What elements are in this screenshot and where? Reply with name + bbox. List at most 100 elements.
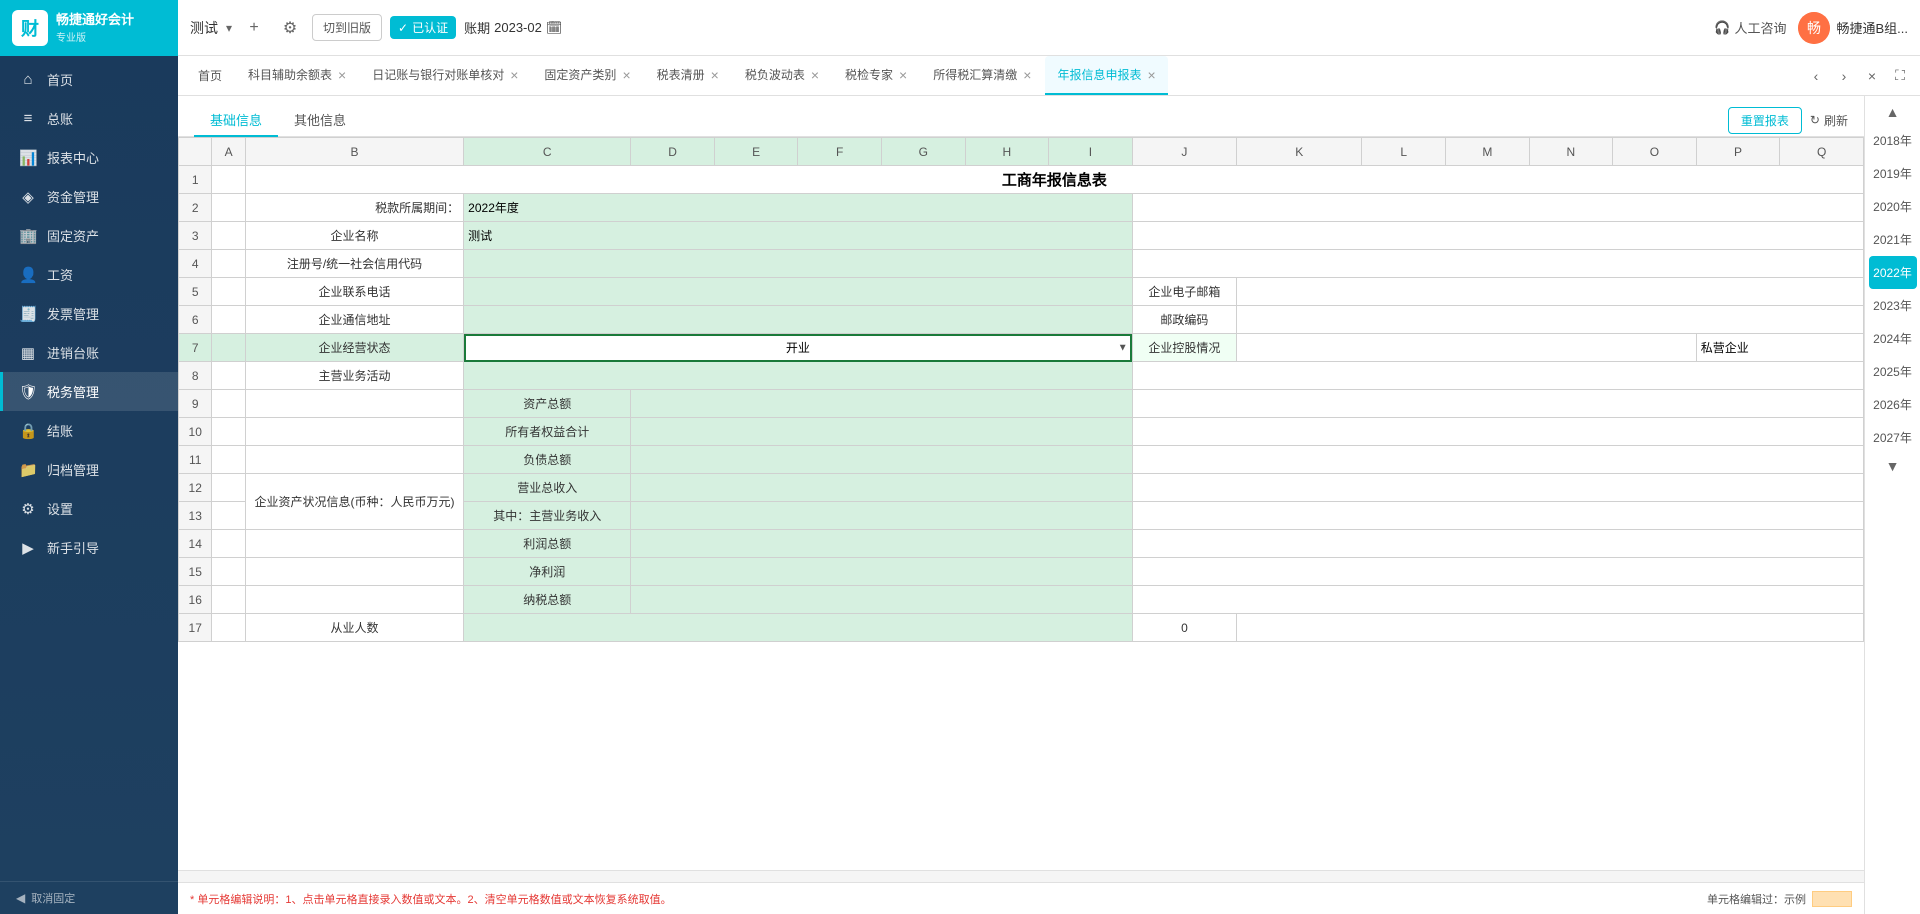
cell-10-c[interactable]: 所有者权益合计 bbox=[464, 418, 631, 446]
sidebar-item-settings[interactable]: ⚙ 设置 bbox=[0, 489, 178, 528]
sidebar-item-funds[interactable]: ◈ 资金管理 bbox=[0, 177, 178, 216]
cell-15-a[interactable] bbox=[212, 558, 245, 586]
cell-12-a[interactable] bbox=[212, 474, 245, 502]
tab-close-all-btn[interactable]: × bbox=[1860, 64, 1884, 88]
cell-9-b[interactable] bbox=[245, 390, 463, 418]
topbar-support-btn[interactable]: 🎧 人工咨询 bbox=[1714, 18, 1786, 37]
reset-report-btn[interactable]: 重置报表 bbox=[1728, 107, 1802, 134]
year-item-2022[interactable]: 2022年 bbox=[1869, 256, 1917, 289]
cell-5-k[interactable] bbox=[1237, 278, 1864, 306]
cell-14-a[interactable] bbox=[212, 530, 245, 558]
refresh-btn[interactable]: ↻ 刷新 bbox=[1810, 112, 1848, 129]
horizontal-scrollbar[interactable] bbox=[178, 870, 1864, 882]
tab-close-icon[interactable]: × bbox=[811, 67, 819, 83]
year-item-2021[interactable]: 2021年 bbox=[1869, 223, 1917, 256]
year-item-2023[interactable]: 2023年 bbox=[1869, 289, 1917, 322]
cell-8-c[interactable] bbox=[464, 362, 1133, 390]
cell-15-c[interactable]: 净利润 bbox=[464, 558, 631, 586]
cell-11-d[interactable] bbox=[631, 446, 1132, 474]
cell-8-j[interactable] bbox=[1132, 362, 1863, 390]
sidebar-collapse-btn[interactable]: ◀ 取消固定 bbox=[0, 881, 178, 914]
cell-6-b[interactable]: 企业通信地址 bbox=[245, 306, 463, 334]
cell-12-d[interactable] bbox=[631, 474, 1132, 502]
cell-16-a[interactable] bbox=[212, 586, 245, 614]
cell-12-j[interactable] bbox=[1132, 474, 1863, 502]
cell-15-j[interactable] bbox=[1132, 558, 1863, 586]
cell-8-a[interactable] bbox=[212, 362, 245, 390]
topbar-add-btn[interactable]: + bbox=[240, 14, 268, 42]
tab-expand-btn[interactable]: ⛶ bbox=[1888, 64, 1912, 88]
cell-8-b[interactable]: 主营业务活动 bbox=[245, 362, 463, 390]
sidebar-item-reports[interactable]: 📊 报表中心 bbox=[0, 138, 178, 177]
cell-13-d[interactable] bbox=[631, 502, 1132, 530]
year-item-2024[interactable]: 2024年 bbox=[1869, 322, 1917, 355]
cell-11-a[interactable] bbox=[212, 446, 245, 474]
cell-15-b[interactable] bbox=[245, 558, 463, 586]
sidebar-item-close[interactable]: 🔒 结账 bbox=[0, 411, 178, 450]
cell-2-j[interactable] bbox=[1132, 194, 1863, 222]
inner-tab-basic[interactable]: 基础信息 bbox=[194, 104, 278, 137]
cell-7-k[interactable] bbox=[1237, 334, 1697, 362]
cell-3-a[interactable] bbox=[212, 222, 245, 250]
cell-4-b[interactable]: 注册号/统一社会信用代码 bbox=[245, 250, 463, 278]
sidebar-item-archive[interactable]: 📁 归档管理 bbox=[0, 450, 178, 489]
year-item-2019[interactable]: 2019年 bbox=[1869, 157, 1917, 190]
cell-10-d[interactable] bbox=[631, 418, 1132, 446]
year-item-2026[interactable]: 2026年 bbox=[1869, 388, 1917, 421]
sidebar-item-assets[interactable]: 🏢 固定资产 bbox=[0, 216, 178, 255]
cell-4-j[interactable] bbox=[1132, 250, 1863, 278]
tab-close-icon[interactable]: × bbox=[1147, 67, 1155, 83]
cell-5-c[interactable] bbox=[464, 278, 1133, 306]
year-item-2020[interactable]: 2020年 bbox=[1869, 190, 1917, 223]
sidebar-item-ledger[interactable]: ≡ 总账 bbox=[0, 99, 178, 138]
cell-9-a[interactable] bbox=[212, 390, 245, 418]
cell-13-a[interactable] bbox=[212, 502, 245, 530]
cell-17-c[interactable] bbox=[464, 614, 1133, 642]
cell-16-b[interactable] bbox=[245, 586, 463, 614]
cell-11-j[interactable] bbox=[1132, 446, 1863, 474]
tab-tax-table[interactable]: 税表清册 × bbox=[645, 56, 731, 95]
tab-home[interactable]: 首页 bbox=[186, 61, 234, 90]
sidebar-item-invoice[interactable]: 🧾 发票管理 bbox=[0, 294, 178, 333]
year-down-btn[interactable]: ▼ bbox=[1877, 454, 1909, 478]
cell-1-a[interactable] bbox=[212, 166, 245, 194]
cell-11-b[interactable] bbox=[245, 446, 463, 474]
tab-income-tax[interactable]: 所得税汇算清缴 × bbox=[921, 56, 1043, 95]
topbar-user[interactable]: 畅 畅捷通B组... bbox=[1798, 12, 1908, 44]
inner-tab-other[interactable]: 其他信息 bbox=[278, 104, 362, 137]
sidebar-item-stock[interactable]: ▦ 进销台账 bbox=[0, 333, 178, 372]
cell-4-c[interactable] bbox=[464, 250, 1133, 278]
cell-7-b[interactable]: 企业经营状态 bbox=[245, 334, 463, 362]
cell-12-b[interactable]: 企业资产状况信息(币种：人民币万元) bbox=[245, 474, 463, 530]
year-item-2025[interactable]: 2025年 bbox=[1869, 355, 1917, 388]
topbar-old-version-btn[interactable]: 切到旧版 bbox=[312, 14, 382, 41]
cell-12-c[interactable]: 营业总收入 bbox=[464, 474, 631, 502]
spreadsheet-container[interactable]: A B C D E F G H I J K L bbox=[178, 137, 1864, 870]
cell-17-j[interactable]: 0 bbox=[1132, 614, 1236, 642]
cell-9-j[interactable] bbox=[1132, 390, 1863, 418]
tab-aux-balance[interactable]: 科目辅助余额表 × bbox=[236, 56, 358, 95]
cell-7-a[interactable] bbox=[212, 334, 245, 362]
cell-11-c[interactable]: 负债总额 bbox=[464, 446, 631, 474]
cell-10-j[interactable] bbox=[1132, 418, 1863, 446]
cell-14-d[interactable] bbox=[631, 530, 1132, 558]
tab-close-icon[interactable]: × bbox=[338, 67, 346, 83]
cell-5-a[interactable] bbox=[212, 278, 245, 306]
cell-13-j[interactable] bbox=[1132, 502, 1863, 530]
calendar-icon[interactable]: 🗓 bbox=[546, 20, 563, 36]
tab-close-icon[interactable]: × bbox=[711, 67, 719, 83]
tab-fixed-assets-type[interactable]: 固定资产类别 × bbox=[532, 56, 642, 95]
sidebar-item-guide[interactable]: ▶ 新手引导 bbox=[0, 528, 178, 567]
sidebar-item-home[interactable]: ⌂ 首页 bbox=[0, 60, 178, 99]
cell-3-c[interactable]: 测试 bbox=[464, 222, 1133, 250]
cell-17-b[interactable]: 从业人数 bbox=[245, 614, 463, 642]
cell-2-c[interactable]: 2022年度 bbox=[464, 194, 1133, 222]
cell-14-j[interactable] bbox=[1132, 530, 1863, 558]
year-up-btn[interactable]: ▲ bbox=[1877, 100, 1909, 124]
cell-6-k[interactable] bbox=[1237, 306, 1864, 334]
sidebar-item-payroll[interactable]: 👤 工资 bbox=[0, 255, 178, 294]
cell-13-c[interactable]: 其中：主营业务收入 bbox=[464, 502, 631, 530]
tab-annual-report[interactable]: 年报信息申报表 × bbox=[1045, 56, 1167, 95]
cell-16-c[interactable]: 纳税总额 bbox=[464, 586, 631, 614]
cell-5-b[interactable]: 企业联系电话 bbox=[245, 278, 463, 306]
